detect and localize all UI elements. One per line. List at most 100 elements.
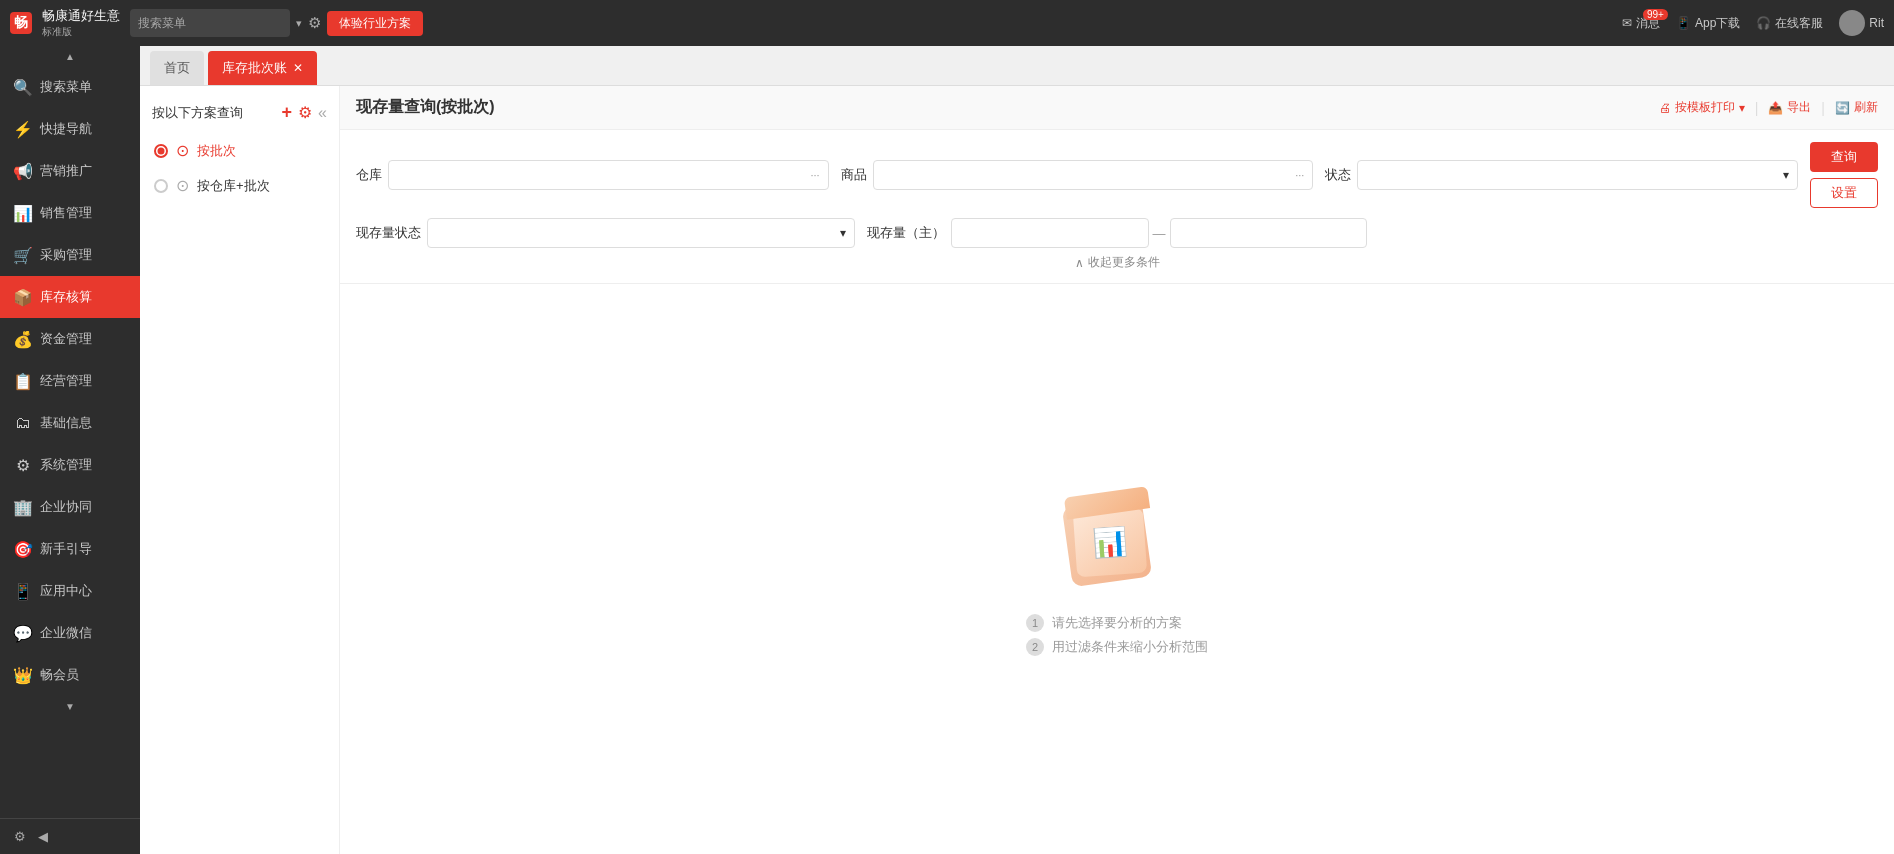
query-button[interactable]: 查询: [1810, 142, 1878, 172]
inventory-icon: 📦: [14, 288, 32, 306]
dropdown-arrow-icon[interactable]: ▾: [296, 17, 302, 30]
filter-scheme-label: 按批次: [197, 142, 236, 160]
sidebar-item-shortcut[interactable]: ⚡ 快捷导航: [0, 108, 140, 150]
empty-hint-1: 1 请先选择要分析的方案: [1026, 614, 1208, 632]
filter-radio-inactive: [154, 179, 168, 193]
status-select[interactable]: ▾: [1357, 160, 1798, 190]
export-label: 导出: [1787, 99, 1811, 116]
sidebar-bottom: ⚙ ◀: [0, 818, 140, 854]
message-badge: 99+: [1643, 9, 1668, 20]
filter-collapse-icon[interactable]: «: [318, 104, 327, 122]
shortcut-icon: ⚡: [14, 120, 32, 138]
action-divider2: |: [1821, 100, 1825, 116]
sidebar: ▲ 🔍 搜索菜单 ⚡ 快捷导航 📢 营销推广 📊 销售管理 🛒 采购管理 📦 库…: [0, 46, 140, 854]
sidebar-item-label: 资金管理: [40, 330, 92, 348]
tab-bar: 首页 库存批次账 ✕: [140, 46, 1894, 86]
filter-add-icon[interactable]: +: [282, 102, 293, 123]
online-service-button[interactable]: 🎧 在线客服: [1756, 15, 1823, 32]
collapse-conditions-button[interactable]: ∧ 收起更多条件: [356, 248, 1878, 271]
hint-num-1: 1: [1026, 614, 1044, 632]
search-conditions: 仓库 ··· 商品 ···: [340, 130, 1894, 284]
condition-product: 商品 ···: [841, 160, 1314, 190]
settings-button[interactable]: 设置: [1810, 178, 1878, 208]
search-placeholder: 搜索菜单: [138, 15, 186, 32]
sidebar-collapse-icon[interactable]: ◀: [38, 829, 48, 844]
sidebar-settings-icon[interactable]: ⚙: [14, 829, 26, 844]
stock-qty-min-input[interactable]: [951, 218, 1148, 248]
stock-qty-max-input[interactable]: [1170, 218, 1367, 248]
export-icon: 📤: [1768, 101, 1783, 115]
status-label: 状态: [1325, 166, 1351, 184]
sidebar-item-label: 采购管理: [40, 246, 92, 264]
user-name: Rit: [1869, 16, 1884, 30]
empty-hint-2: 2 用过滤条件来缩小分析范围: [1026, 638, 1208, 656]
export-button[interactable]: 📤 导出: [1768, 99, 1811, 116]
warehouse-input[interactable]: ···: [388, 160, 829, 190]
tab-home[interactable]: 首页: [150, 51, 204, 85]
appcenter-icon: 📱: [14, 582, 32, 600]
action-divider: |: [1755, 100, 1759, 116]
finance-icon: 💰: [14, 330, 32, 348]
sidebar-scroll-down[interactable]: ▼: [0, 696, 140, 716]
filter-scheme-by-batch[interactable]: ⊙ 按批次: [140, 133, 339, 168]
message-icon: ✉: [1622, 16, 1632, 30]
user-avatar-button[interactable]: Rit: [1839, 10, 1884, 36]
sidebar-item-purchase[interactable]: 🛒 采购管理: [0, 234, 140, 276]
page-title: 现存量查询(按批次): [356, 97, 1649, 118]
trial-button[interactable]: 体验行业方案: [327, 11, 423, 36]
stock-status-select[interactable]: ▾: [427, 218, 855, 248]
print-label: 按模板打印: [1675, 99, 1735, 116]
condition-status: 状态 ▾: [1325, 160, 1798, 190]
sidebar-item-appcenter[interactable]: 📱 应用中心: [0, 570, 140, 612]
sidebar-item-sales[interactable]: 📊 销售管理: [0, 192, 140, 234]
collapse-icon: ∧: [1075, 256, 1084, 270]
filter-settings-icon[interactable]: ⚙: [298, 103, 312, 122]
sidebar-item-basics[interactable]: 🗂 基础信息: [0, 402, 140, 444]
conditions-row-2: 现存量状态 ▾ 现存量（主） —: [356, 218, 1878, 248]
stock-status-dropdown-icon: ▾: [840, 226, 846, 240]
print-icon: 🖨: [1659, 101, 1671, 115]
sidebar-item-marketing[interactable]: 📢 营销推广: [0, 150, 140, 192]
sidebar-item-enterprise[interactable]: 🏢 企业协同: [0, 486, 140, 528]
tab-home-label: 首页: [164, 59, 190, 77]
tab-inventory-batch[interactable]: 库存批次账 ✕: [208, 51, 317, 85]
print-button[interactable]: 🖨 按模板打印 ▾: [1659, 99, 1745, 116]
brand-name: 畅康通好生意: [42, 7, 120, 25]
online-service-label: 在线客服: [1775, 15, 1823, 32]
hint-text-2: 用过滤条件来缩小分析范围: [1052, 638, 1208, 656]
condition-stock-status: 现存量状态 ▾: [356, 218, 855, 248]
sidebar-item-label: 销售管理: [40, 204, 92, 222]
stock-status-label: 现存量状态: [356, 224, 421, 242]
wechat-icon: 💬: [14, 624, 32, 642]
product-more-icon[interactable]: ···: [1295, 169, 1304, 181]
sidebar-item-search[interactable]: 🔍 搜索菜单: [0, 66, 140, 108]
filter-scheme-by-warehouse-batch[interactable]: ⊙ 按仓库+批次: [140, 168, 339, 203]
sidebar-item-system[interactable]: ⚙ 系统管理: [0, 444, 140, 486]
member-icon: 👑: [14, 666, 32, 684]
sidebar-item-label: 搜索菜单: [40, 78, 92, 96]
conditions-row-1: 仓库 ··· 商品 ···: [356, 142, 1878, 208]
empty-hints: 1 请先选择要分析的方案 2 用过滤条件来缩小分析范围: [1026, 614, 1208, 656]
app-download-button[interactable]: 📱 App下载: [1676, 15, 1740, 32]
sidebar-item-inventory[interactable]: 📦 库存核算: [0, 276, 140, 318]
sidebar-item-newguide[interactable]: 🎯 新手引导: [0, 528, 140, 570]
warehouse-more-icon[interactable]: ···: [811, 169, 820, 181]
sidebar-item-finance[interactable]: 💰 资金管理: [0, 318, 140, 360]
condition-warehouse: 仓库 ···: [356, 160, 829, 190]
sidebar-item-wechat[interactable]: 💬 企业微信: [0, 612, 140, 654]
tab-close-icon[interactable]: ✕: [293, 61, 303, 75]
condition-stock-qty: 现存量（主） —: [867, 218, 1366, 248]
sidebar-scroll-up[interactable]: ▲: [0, 46, 140, 66]
sidebar-item-label: 新手引导: [40, 540, 92, 558]
sidebar-item-label: 企业微信: [40, 624, 92, 642]
gear-icon[interactable]: ⚙: [308, 14, 321, 32]
product-input[interactable]: ···: [873, 160, 1314, 190]
menu-search-box[interactable]: 搜索菜单: [130, 9, 290, 37]
purchase-icon: 🛒: [14, 246, 32, 264]
messages-button[interactable]: ✉ 消息 99+: [1622, 15, 1660, 32]
batch-icon: ⊙: [176, 141, 189, 160]
refresh-button[interactable]: 🔄 刷新: [1835, 99, 1878, 116]
operations-icon: 📋: [14, 372, 32, 390]
sidebar-item-member[interactable]: 👑 畅会员: [0, 654, 140, 696]
sidebar-item-operations[interactable]: 📋 经营管理: [0, 360, 140, 402]
